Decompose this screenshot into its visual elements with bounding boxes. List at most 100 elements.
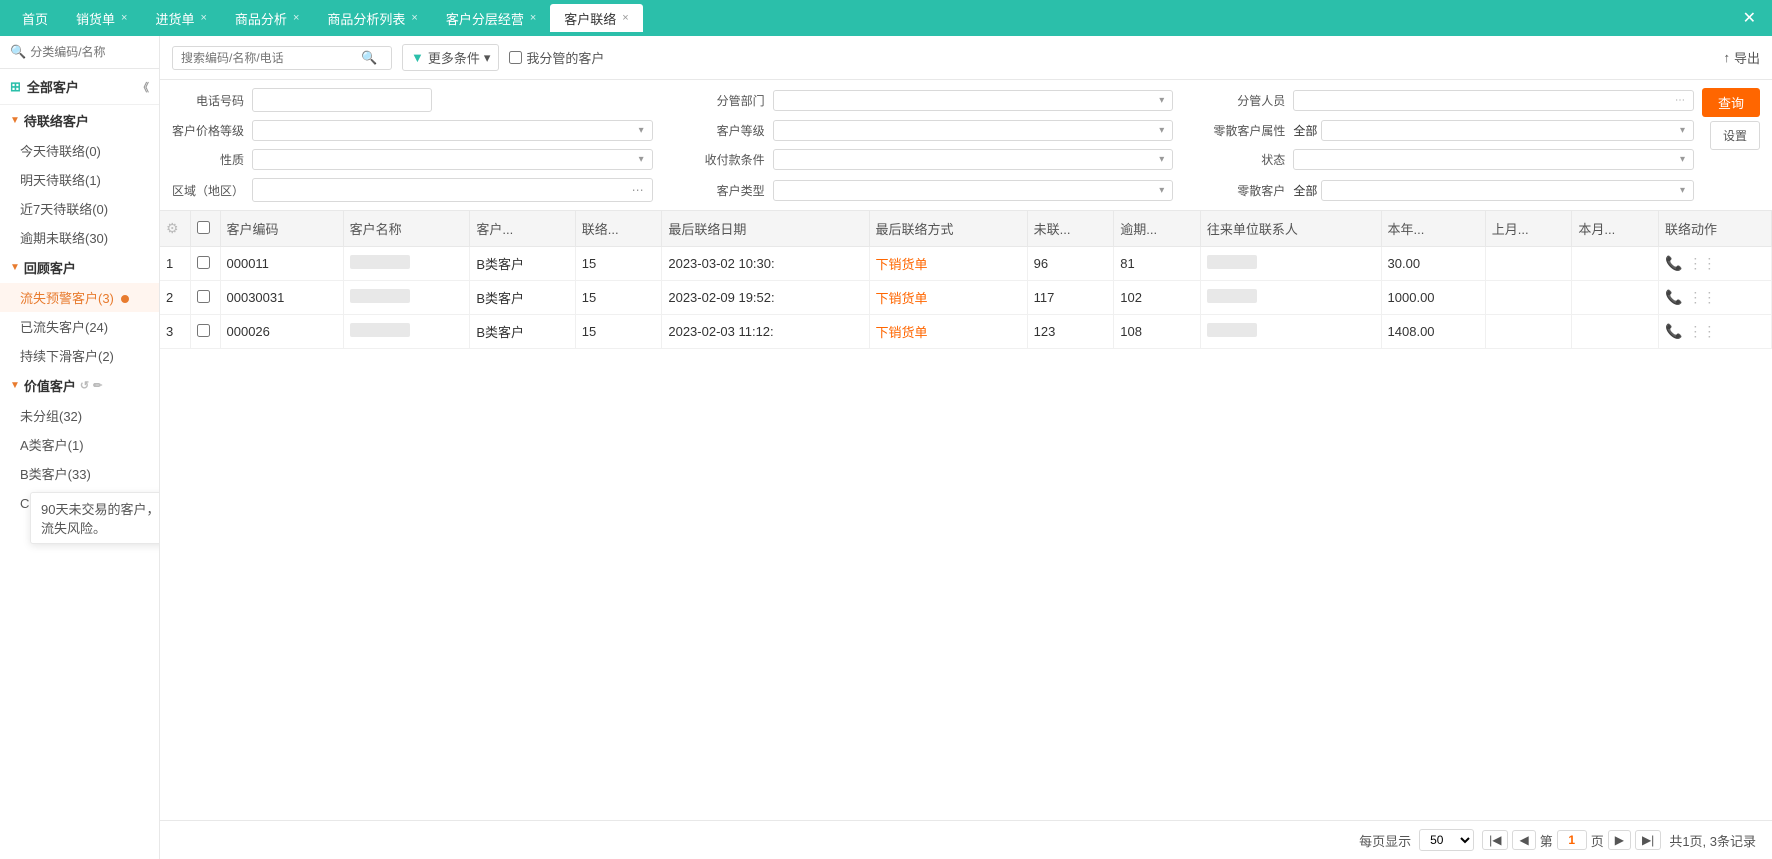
dept-chevron-icon: ▾ (1159, 95, 1164, 106)
sidebar-item-tomorrow-pending[interactable]: 明天待联络(1) (0, 165, 159, 194)
query-button[interactable]: 查询 (1702, 88, 1760, 117)
tab-close-customer-tier[interactable]: × (530, 12, 536, 24)
row-unit-contact (1200, 247, 1381, 281)
region-more-icon[interactable]: ⋯ (632, 183, 644, 197)
col-overdue-abbr: 逾期... (1114, 211, 1201, 247)
filter-status: 状态 ▾ (1213, 149, 1694, 170)
last-page-button[interactable]: ▶| (1635, 830, 1661, 850)
sidebar-item-churn-warning[interactable]: 流失预警客户(3) (0, 283, 159, 312)
row-actions[interactable]: 📞 ⋮⋮ (1658, 281, 1771, 315)
refresh-icon[interactable]: ↺ (80, 379, 89, 392)
tab-customer-contact[interactable]: 客户联络 × (550, 4, 642, 32)
export-button[interactable]: ↑ 导出 (1723, 48, 1760, 67)
my-customers-checkbox[interactable] (509, 51, 522, 64)
sidebar-item-churned[interactable]: 已流失客户(24) (0, 312, 159, 341)
row-last-date: 2023-02-03 11:12: (662, 315, 869, 349)
region-select[interactable]: ⋯ (252, 178, 653, 202)
tab-close-customer-contact[interactable]: × (622, 12, 628, 24)
dept-select[interactable]: ▾ (773, 90, 1174, 111)
tooltip-review: 90天未交易的客户，可能有流失风险。 (30, 492, 160, 544)
section-value-customers[interactable]: ▼ 价值客户 ↺ ✏ (0, 370, 159, 401)
person-chevron-icon: ⋯ (1675, 95, 1685, 106)
zero-attr-chevron-icon: ▾ (1680, 125, 1685, 136)
tab-product-analysis-list[interactable]: 商品分析列表 × (313, 4, 431, 32)
row-actions[interactable]: 📞 ⋮⋮ (1658, 247, 1771, 281)
section-review-customers[interactable]: ▼ 回顾客户 (0, 252, 159, 283)
more-conditions-button[interactable]: ▼ 更多条件 ▾ (402, 44, 499, 71)
tab-product-analysis[interactable]: 商品分析 × (221, 4, 313, 32)
prev-page-button[interactable]: ◀ (1512, 830, 1535, 850)
zero-customer-select[interactable]: ▾ (1321, 180, 1694, 201)
tab-close-product-analysis-list[interactable]: × (411, 12, 417, 24)
col-customer-type-abbr: 客户... (470, 211, 575, 247)
tab-close-purchase-order[interactable]: × (200, 12, 206, 24)
row-checkbox[interactable] (190, 315, 220, 349)
section-pending-contact[interactable]: ▼ 待联络客户 (0, 105, 159, 136)
action-menu-icon[interactable]: ⋮⋮ (1688, 289, 1716, 306)
search-input[interactable] (181, 51, 361, 65)
page-number-input[interactable] (1557, 830, 1587, 850)
price-level-select[interactable]: ▾ (252, 120, 653, 141)
col-last-contact-date: 最后联络日期 (662, 211, 869, 247)
row-actions[interactable]: 📞 ⋮⋮ (1658, 315, 1771, 349)
person-select[interactable]: ⋯ (1293, 90, 1694, 111)
row-last-date: 2023-02-09 19:52: (662, 281, 869, 315)
sidebar-search-input[interactable] (30, 45, 160, 59)
zero-attr-select[interactable]: ▾ (1321, 120, 1694, 141)
tab-purchase-order[interactable]: 进货单 × (141, 4, 220, 32)
sidebar-item-class-b[interactable]: B类客户(33) (0, 459, 159, 488)
row-index: 2 (160, 281, 190, 315)
action-phone-icon[interactable]: 📞 (1665, 323, 1682, 340)
row-this-month (1572, 315, 1659, 349)
filter-region: 区域（地区） ⋯ (172, 178, 653, 202)
tab-close-product-analysis[interactable]: × (293, 12, 299, 24)
window-close-button[interactable]: ✕ (1735, 8, 1764, 28)
sidebar-item-7day-pending[interactable]: 近7天待联络(0) (0, 194, 159, 223)
section-arrow-review: ▼ (10, 262, 20, 273)
sidebar-item-overdue-pending[interactable]: 逾期未联络(30) (0, 223, 159, 252)
filter-buttons: 查询 设置 (1702, 88, 1760, 150)
tab-close-sales-order[interactable]: × (121, 12, 127, 24)
filter-phone: 电话号码 (172, 88, 653, 112)
sidebar-item-today-pending[interactable]: 今天待联络(0) (0, 136, 159, 165)
tab-home[interactable]: 首页 (8, 4, 62, 32)
page-size-select[interactable]: 50 100 200 (1419, 829, 1474, 851)
action-phone-icon[interactable]: 📞 (1665, 289, 1682, 306)
action-phone-icon[interactable]: 📞 (1665, 255, 1682, 272)
col-gear[interactable]: ⚙ (160, 211, 190, 247)
status-select[interactable]: ▾ (1293, 149, 1694, 170)
next-page-button[interactable]: ▶ (1608, 830, 1631, 850)
filter-row-2: 客户价格等级 ▾ 客户等级 ▾ (172, 120, 1694, 141)
page-nav: |◀ ◀ 第 页 ▶ ▶| (1482, 830, 1661, 850)
customer-level-select[interactable]: ▾ (773, 120, 1174, 141)
row-last-method[interactable]: 下销货单 (869, 281, 1027, 315)
row-last-method[interactable]: 下销货单 (869, 247, 1027, 281)
row-checkbox[interactable] (190, 281, 220, 315)
payment-select[interactable]: ▾ (773, 149, 1174, 170)
customer-type-select[interactable]: ▾ (773, 180, 1174, 201)
settings-button[interactable]: 设置 (1710, 121, 1760, 150)
col-this-year-abbr: 本年... (1381, 211, 1485, 247)
first-page-button[interactable]: |◀ (1482, 830, 1508, 850)
sidebar-item-class-a[interactable]: A类客户(1) (0, 430, 159, 459)
col-checkbox[interactable] (190, 211, 220, 247)
table-row: 1 000011 B类客户 15 2023-03-02 10:30: 下销货单 … (160, 247, 1772, 281)
sidebar-all-customers[interactable]: ⊞ 全部客户 《 (0, 69, 159, 105)
row-checkbox[interactable] (190, 247, 220, 281)
tab-sales-order[interactable]: 销货单 × (62, 4, 141, 32)
edit-icon[interactable]: ✏ (93, 379, 102, 392)
action-menu-icon[interactable]: ⋮⋮ (1688, 255, 1716, 272)
search-submit-icon[interactable]: 🔍 (361, 50, 377, 66)
sidebar-item-declining[interactable]: 持续下滑客户(2) (0, 341, 159, 370)
table-footer: 每页显示 50 100 200 |◀ ◀ 第 页 ▶ ▶| 共1页, 3条记录 (160, 820, 1772, 859)
row-this-year: 1408.00 (1381, 315, 1485, 349)
row-last-method[interactable]: 下销货单 (869, 315, 1027, 349)
sidebar-item-ungrouped[interactable]: 未分组(32) (0, 401, 159, 430)
action-menu-icon[interactable]: ⋮⋮ (1688, 323, 1716, 340)
table-settings-gear-icon[interactable]: ⚙ (166, 220, 179, 236)
select-all-checkbox[interactable] (197, 221, 210, 234)
gender-select[interactable]: ▾ (252, 149, 653, 170)
phone-input[interactable] (252, 88, 432, 112)
tab-customer-tier[interactable]: 客户分层经营 × (432, 4, 550, 32)
row-customer-type: B类客户 (470, 247, 575, 281)
